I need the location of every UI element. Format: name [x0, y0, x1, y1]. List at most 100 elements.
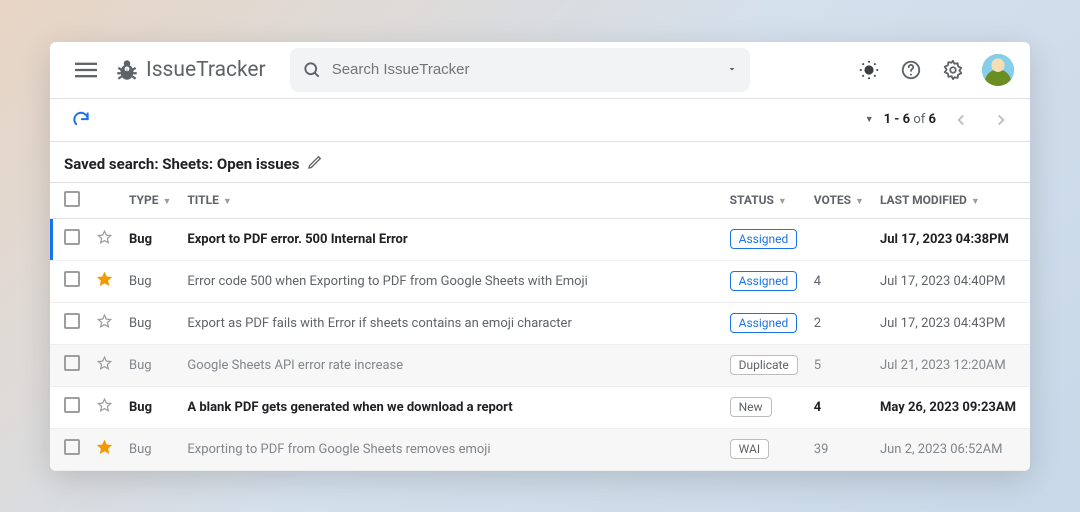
- row-title[interactable]: Google Sheets API error rate increase: [179, 344, 721, 386]
- row-type: Bug: [121, 344, 179, 386]
- row-votes: [806, 218, 872, 260]
- avatar[interactable]: [982, 54, 1014, 86]
- status-chip: New: [730, 397, 772, 417]
- row-last-modified: Jul 17, 2023 04:43PM: [872, 302, 1030, 344]
- hamburger-icon: [75, 59, 97, 81]
- row-title[interactable]: Export to PDF error. 500 Internal Error: [179, 218, 721, 260]
- saved-search-prefix: Saved search:: [64, 155, 162, 173]
- row-votes: 2: [806, 302, 872, 344]
- row-type: Bug: [121, 386, 179, 428]
- row-title[interactable]: Exporting to PDF from Google Sheets remo…: [179, 428, 721, 470]
- table-row[interactable]: BugError code 500 when Exporting to PDF …: [50, 260, 1030, 302]
- row-type: Bug: [121, 428, 179, 470]
- row-title[interactable]: Error code 500 when Exporting to PDF fro…: [179, 260, 721, 302]
- row-status: Assigned: [722, 218, 806, 260]
- toolbar: ▼ 1 - 6 of 6: [50, 98, 1030, 142]
- row-title[interactable]: Export as PDF fails with Error if sheets…: [179, 302, 721, 344]
- row-status: Assigned: [722, 302, 806, 344]
- row-votes: 5: [806, 344, 872, 386]
- row-last-modified: Jun 2, 2023 06:52AM: [872, 428, 1030, 470]
- row-checkbox[interactable]: [64, 397, 80, 413]
- star-toggle[interactable]: [96, 445, 113, 460]
- issues-table: TYPE▼ TITLE▼ STATUS▼ VOTES▼ LAST MODIFIE…: [50, 182, 1030, 471]
- row-status: WAI: [722, 428, 806, 470]
- sort-icon: ▼: [971, 197, 980, 207]
- pager-of: of: [913, 112, 925, 127]
- row-votes: 39: [806, 428, 872, 470]
- table-row[interactable]: BugA blank PDF gets generated when we do…: [50, 386, 1030, 428]
- col-last-modified[interactable]: LAST MODIFIED▼: [872, 182, 1030, 218]
- row-type: Bug: [121, 302, 179, 344]
- row-checkbox[interactable]: [64, 355, 80, 371]
- status-chip: WAI: [730, 439, 770, 459]
- search-input[interactable]: [332, 61, 716, 78]
- row-last-modified: Jul 17, 2023 04:40PM: [872, 260, 1030, 302]
- row-checkbox[interactable]: [64, 313, 80, 329]
- saved-search-name: Sheets: Open issues: [162, 155, 299, 173]
- table-row[interactable]: BugGoogle Sheets API error rate increase…: [50, 344, 1030, 386]
- top-icons: [850, 51, 1014, 89]
- pager-text: 1 - 6 of 6: [884, 112, 936, 127]
- star-toggle[interactable]: [96, 361, 113, 376]
- col-status[interactable]: STATUS▼: [722, 182, 806, 218]
- row-status: Assigned: [722, 260, 806, 302]
- select-all-checkbox[interactable]: [64, 191, 80, 207]
- row-checkbox[interactable]: [64, 439, 80, 455]
- col-type[interactable]: TYPE▼: [121, 182, 179, 218]
- row-status: Duplicate: [722, 344, 806, 386]
- col-title[interactable]: TITLE▼: [179, 182, 721, 218]
- status-chip: Assigned: [730, 271, 798, 291]
- row-last-modified: Jul 17, 2023 04:38PM: [872, 218, 1030, 260]
- row-votes: 4: [806, 260, 872, 302]
- brightness-icon: [858, 59, 880, 81]
- theme-button[interactable]: [850, 51, 888, 89]
- settings-button[interactable]: [934, 51, 972, 89]
- row-type: Bug: [121, 260, 179, 302]
- pager-menu[interactable]: ▼: [865, 114, 874, 125]
- row-last-modified: Jul 21, 2023 12:20AM: [872, 344, 1030, 386]
- refresh-button[interactable]: [64, 103, 98, 137]
- star-toggle[interactable]: [96, 277, 113, 292]
- sort-icon: ▼: [778, 197, 787, 207]
- chevron-down-icon: [726, 63, 738, 75]
- star-toggle[interactable]: [96, 235, 113, 250]
- pager-total: 6: [929, 112, 936, 127]
- topbar: i IssueTracker: [50, 42, 1030, 98]
- bug-logo-icon: i: [114, 57, 140, 83]
- table-row[interactable]: BugExport as PDF fails with Error if she…: [50, 302, 1030, 344]
- help-button[interactable]: [892, 51, 930, 89]
- saved-search-label: Saved search: Sheets: Open issues: [64, 155, 299, 173]
- sort-icon: ▼: [855, 197, 864, 207]
- row-votes: 4: [806, 386, 872, 428]
- gear-icon: [942, 59, 964, 81]
- refresh-icon: [71, 110, 91, 130]
- star-toggle[interactable]: [96, 319, 113, 334]
- row-type: Bug: [121, 218, 179, 260]
- table-row[interactable]: BugExporting to PDF from Google Sheets r…: [50, 428, 1030, 470]
- menu-button[interactable]: [66, 50, 106, 90]
- row-checkbox[interactable]: [64, 271, 80, 287]
- sort-icon: ▼: [223, 197, 232, 207]
- saved-search-bar: Saved search: Sheets: Open issues: [50, 142, 1030, 182]
- svg-text:i: i: [126, 68, 127, 73]
- pager-next[interactable]: [986, 105, 1016, 135]
- row-status: New: [722, 386, 806, 428]
- row-title[interactable]: A blank PDF gets generated when we downl…: [179, 386, 721, 428]
- chevron-left-icon: [952, 111, 970, 129]
- edit-saved-search[interactable]: [307, 154, 323, 174]
- col-votes[interactable]: VOTES▼: [806, 182, 872, 218]
- app-title: IssueTracker: [146, 58, 266, 82]
- table-row[interactable]: BugExport to PDF error. 500 Internal Err…: [50, 218, 1030, 260]
- pager-prev[interactable]: [946, 105, 976, 135]
- row-last-modified: May 26, 2023 09:23AM: [872, 386, 1030, 428]
- status-chip: Assigned: [730, 229, 798, 249]
- search-dropdown[interactable]: [726, 60, 738, 79]
- sort-icon: ▼: [162, 197, 171, 207]
- pager-range: 1 - 6: [884, 112, 911, 127]
- status-chip: Duplicate: [730, 355, 798, 375]
- row-checkbox[interactable]: [64, 229, 80, 245]
- pencil-icon: [307, 154, 323, 170]
- star-toggle[interactable]: [96, 403, 113, 418]
- search-box[interactable]: [290, 48, 750, 92]
- app-logo-block[interactable]: i IssueTracker: [114, 57, 266, 83]
